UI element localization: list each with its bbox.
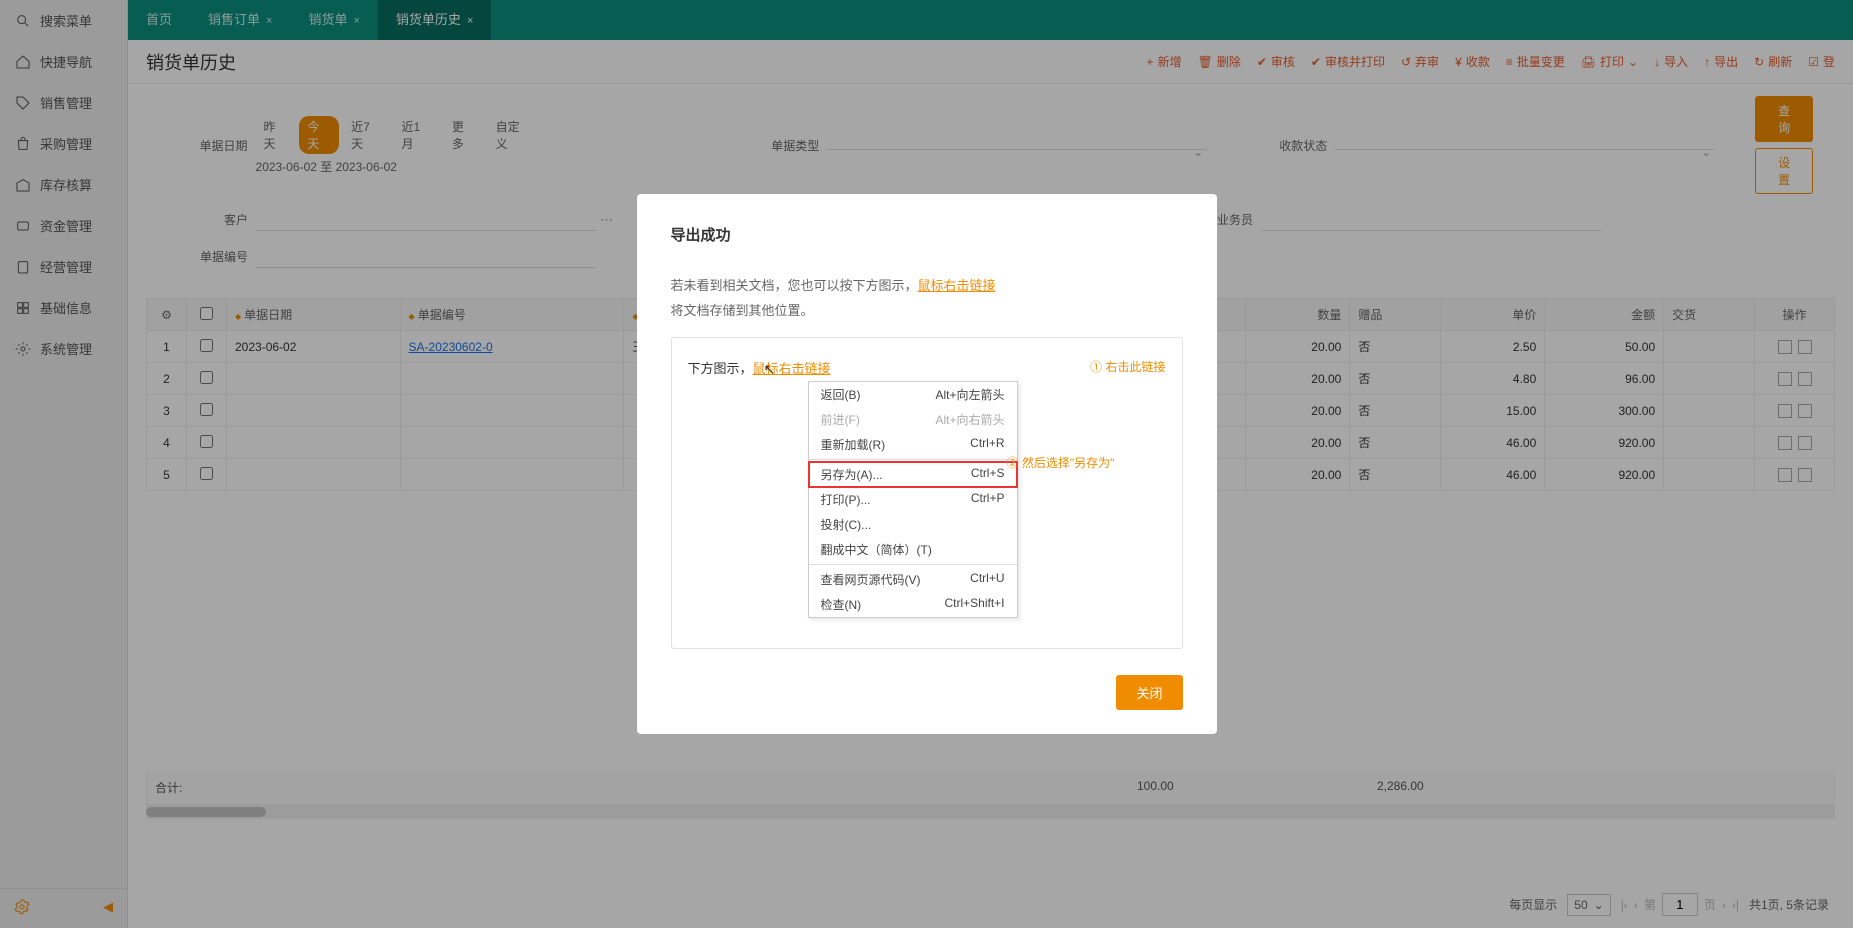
close-button[interactable]: 关闭 [1116,675,1182,710]
context-menu-item: 另存为(A)...Ctrl+S [809,462,1017,487]
context-menu-item: 返回(B)Alt+向左箭头 [809,382,1017,407]
context-menu-demo: 返回(B)Alt+向左箭头前进(F)Alt+向右箭头重新加载(R)Ctrl+R 另… [808,381,1018,618]
cursor-icon: ↖ [764,361,776,378]
export-success-dialog: 导出成功 若未看到相关文档，您也可以按下方图示，鼠标右击链接 将文档存储到其他位… [637,194,1217,734]
dialog-text-1: 若未看到相关文档，您也可以按下方图示，鼠标右击链接 [671,275,1183,294]
context-menu-item: 打印(P)...Ctrl+P [809,487,1017,512]
dialog-text-2: 将文档存储到其他位置。 [671,300,1183,319]
dialog-title: 导出成功 [671,224,1183,245]
hint-2: ② 然后选择"另存为" [1007,454,1115,471]
context-menu-item: 查看网页源代码(V)Ctrl+U [809,567,1017,592]
context-menu-item: 投射(C)... [809,512,1017,537]
right-click-link[interactable]: 鼠标右击链接 [918,278,996,293]
hint-1: ① 右击此链接 [1090,358,1165,375]
demo-illustration: 下方图示，鼠标右击链接 ↖ ① 右击此链接 返回(B)Alt+向左箭头前进(F)… [671,337,1183,649]
context-menu-item: 翻成中文（简体）(T) [809,537,1017,562]
context-menu-item: 前进(F)Alt+向右箭头 [809,407,1017,432]
context-menu-item: 重新加载(R)Ctrl+R [809,432,1017,457]
context-menu-item: 检查(N)Ctrl+Shift+I [809,592,1017,617]
